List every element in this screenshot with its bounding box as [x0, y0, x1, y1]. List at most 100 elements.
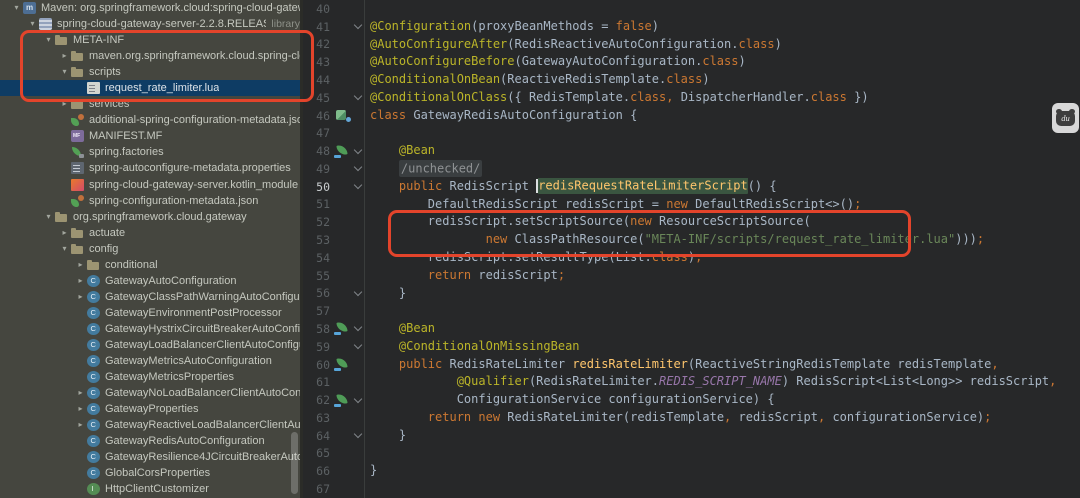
fold-column[interactable] [351, 285, 364, 303]
tree-item[interactable]: ▾scripts [0, 64, 300, 80]
code-line[interactable]: 60 public RedisRateLimiter redisRateLimi… [303, 356, 1080, 374]
line-number[interactable]: 44 [303, 73, 332, 87]
chevron-down-icon[interactable]: ▾ [10, 0, 23, 16]
line-number[interactable]: 43 [303, 55, 332, 69]
line-number[interactable]: 42 [303, 37, 332, 51]
line-number[interactable]: 55 [303, 269, 332, 283]
spring-config-class-icon[interactable] [334, 109, 351, 122]
spring-bean-icon[interactable] [334, 394, 351, 407]
tree-item[interactable]: request_rate_limiter.lua [0, 80, 300, 96]
line-number[interactable]: 60 [303, 358, 332, 372]
chevron-down-icon[interactable]: ▾ [42, 32, 55, 48]
tree-item[interactable]: ▸GatewayReactiveLoadBalancerClientAutoCo… [0, 417, 300, 433]
fold-chevron-icon[interactable] [353, 394, 361, 402]
code-line[interactable]: 54 redisScript.setResultType(List.class)… [303, 249, 1080, 267]
line-number[interactable]: 53 [303, 233, 332, 247]
fold-chevron-icon[interactable] [353, 341, 361, 349]
code-line[interactable]: 50 public RedisScript redisRequestRateLi… [303, 178, 1080, 196]
tree-item[interactable]: spring-cloud-gateway-server.kotlin_modul… [0, 177, 300, 193]
line-number[interactable]: 63 [303, 411, 332, 425]
line-number[interactable]: 64 [303, 429, 332, 443]
fold-chevron-icon[interactable] [353, 145, 361, 153]
fold-column[interactable] [351, 338, 364, 356]
tree-item[interactable]: ▸maven.org.springframework.cloud.spring-… [0, 48, 300, 64]
fold-chevron-icon[interactable] [353, 163, 361, 171]
line-number[interactable]: 46 [303, 109, 332, 123]
chevron-right-icon[interactable]: ▸ [74, 401, 87, 417]
tree-item[interactable]: MANIFEST.MF [0, 128, 300, 144]
line-number[interactable]: 51 [303, 197, 332, 211]
code-line[interactable]: 66} [303, 462, 1080, 480]
code-line[interactable]: 47 [303, 124, 1080, 142]
chevron-right-icon[interactable]: ▸ [58, 48, 71, 64]
spring-bean-icon[interactable] [334, 358, 351, 371]
chevron-right-icon[interactable]: ▸ [58, 96, 71, 112]
tree-item[interactable]: spring-configuration-metadata.json [0, 193, 300, 209]
chevron-right-icon[interactable]: ▸ [74, 385, 87, 401]
project-tree[interactable]: ▾Maven: org.springframework.cloud:spring… [0, 0, 300, 497]
code-line[interactable]: 58 @Bean [303, 320, 1080, 338]
chevron-down-icon[interactable]: ▾ [58, 64, 71, 80]
tree-item[interactable]: GatewayResilience4JCircuitBreakerAutoCon… [0, 449, 300, 465]
tree-item[interactable]: GatewayMetricsAutoConfiguration [0, 353, 300, 369]
fold-chevron-icon[interactable] [353, 323, 361, 331]
line-number[interactable]: 47 [303, 126, 332, 140]
code-line[interactable]: 48 @Bean [303, 142, 1080, 160]
fold-column[interactable] [351, 18, 364, 36]
tree-item[interactable]: ▸conditional [0, 257, 300, 273]
code-line[interactable]: 55 return redisScript; [303, 267, 1080, 285]
fold-column[interactable] [351, 160, 364, 178]
code-line[interactable]: 57 [303, 302, 1080, 320]
line-number[interactable]: 62 [303, 393, 332, 407]
fold-column[interactable] [351, 391, 364, 409]
line-number[interactable]: 66 [303, 464, 332, 478]
code-line[interactable]: 62 ConfigurationService configurationSer… [303, 391, 1080, 409]
tree-item[interactable]: spring.factories [0, 144, 300, 160]
tree-item[interactable]: GatewayMetricsProperties [0, 369, 300, 385]
code-line[interactable]: 61 @Qualifier(RedisRateLimiter.REDIS_SCR… [303, 373, 1080, 391]
fold-column[interactable] [351, 89, 364, 107]
code-line[interactable]: 46class GatewayRedisAutoConfiguration { [303, 107, 1080, 125]
code-line[interactable]: 41@Configuration(proxyBeanMethods = fals… [303, 18, 1080, 36]
tree-item[interactable]: ▾META-INF [0, 32, 300, 48]
tree-item[interactable]: ▸actuate [0, 225, 300, 241]
line-number[interactable]: 41 [303, 20, 332, 34]
tree-item[interactable]: ▸GatewayNoLoadBalancerClientAutoConfigur… [0, 385, 300, 401]
tree-item[interactable]: HttpClientCustomizer [0, 481, 300, 497]
line-number[interactable]: 56 [303, 286, 332, 300]
tree-item[interactable]: ▾spring-cloud-gateway-server-2.2.8.RELEA… [0, 16, 300, 32]
tree-item[interactable]: spring-autoconfigure-metadata.properties [0, 160, 300, 176]
fold-column[interactable] [351, 320, 364, 338]
line-number[interactable]: 57 [303, 304, 332, 318]
tree-item[interactable]: ▾Maven: org.springframework.cloud:spring… [0, 0, 300, 16]
line-number[interactable]: 67 [303, 482, 332, 496]
fold-chevron-icon[interactable] [353, 430, 361, 438]
line-number[interactable]: 61 [303, 375, 332, 389]
code-line[interactable]: 59 @ConditionalOnMissingBean [303, 338, 1080, 356]
tree-item[interactable]: ▾config [0, 241, 300, 257]
chevron-right-icon[interactable]: ▸ [74, 289, 87, 305]
fold-chevron-icon[interactable] [353, 181, 361, 189]
tree-item[interactable]: ▸GatewayClassPathWarningAutoConfiguratio… [0, 289, 300, 305]
fold-chevron-icon[interactable] [353, 92, 361, 100]
tree-item[interactable]: GatewayRedisAutoConfiguration [0, 433, 300, 449]
code-line[interactable]: 44@ConditionalOnBean(ReactiveRedisTempla… [303, 71, 1080, 89]
tree-item[interactable]: GatewayEnvironmentPostProcessor [0, 305, 300, 321]
fold-chevron-icon[interactable] [353, 288, 361, 296]
tree-item[interactable]: GatewayLoadBalancerClientAutoConfigurati… [0, 337, 300, 353]
fold-chevron-icon[interactable] [353, 21, 361, 29]
chevron-right-icon[interactable]: ▸ [74, 417, 87, 433]
line-number[interactable]: 59 [303, 340, 332, 354]
chevron-down-icon[interactable]: ▾ [26, 16, 39, 32]
line-number[interactable]: 45 [303, 91, 332, 105]
code-line[interactable]: 52 redisScript.setScriptSource(new Resou… [303, 213, 1080, 231]
tree-item[interactable]: GlobalCorsProperties [0, 465, 300, 481]
line-number[interactable]: 50 [303, 180, 332, 194]
fold-column[interactable] [351, 142, 364, 160]
tree-item[interactable]: additional-spring-configuration-metadata… [0, 112, 300, 128]
line-number[interactable]: 54 [303, 251, 332, 265]
code-editor[interactable]: 4041@Configuration(proxyBeanMethods = fa… [303, 0, 1080, 498]
fold-column[interactable] [351, 178, 364, 196]
code-line[interactable]: 43@AutoConfigureBefore(GatewayAutoConfig… [303, 53, 1080, 71]
line-number[interactable]: 58 [303, 322, 332, 336]
